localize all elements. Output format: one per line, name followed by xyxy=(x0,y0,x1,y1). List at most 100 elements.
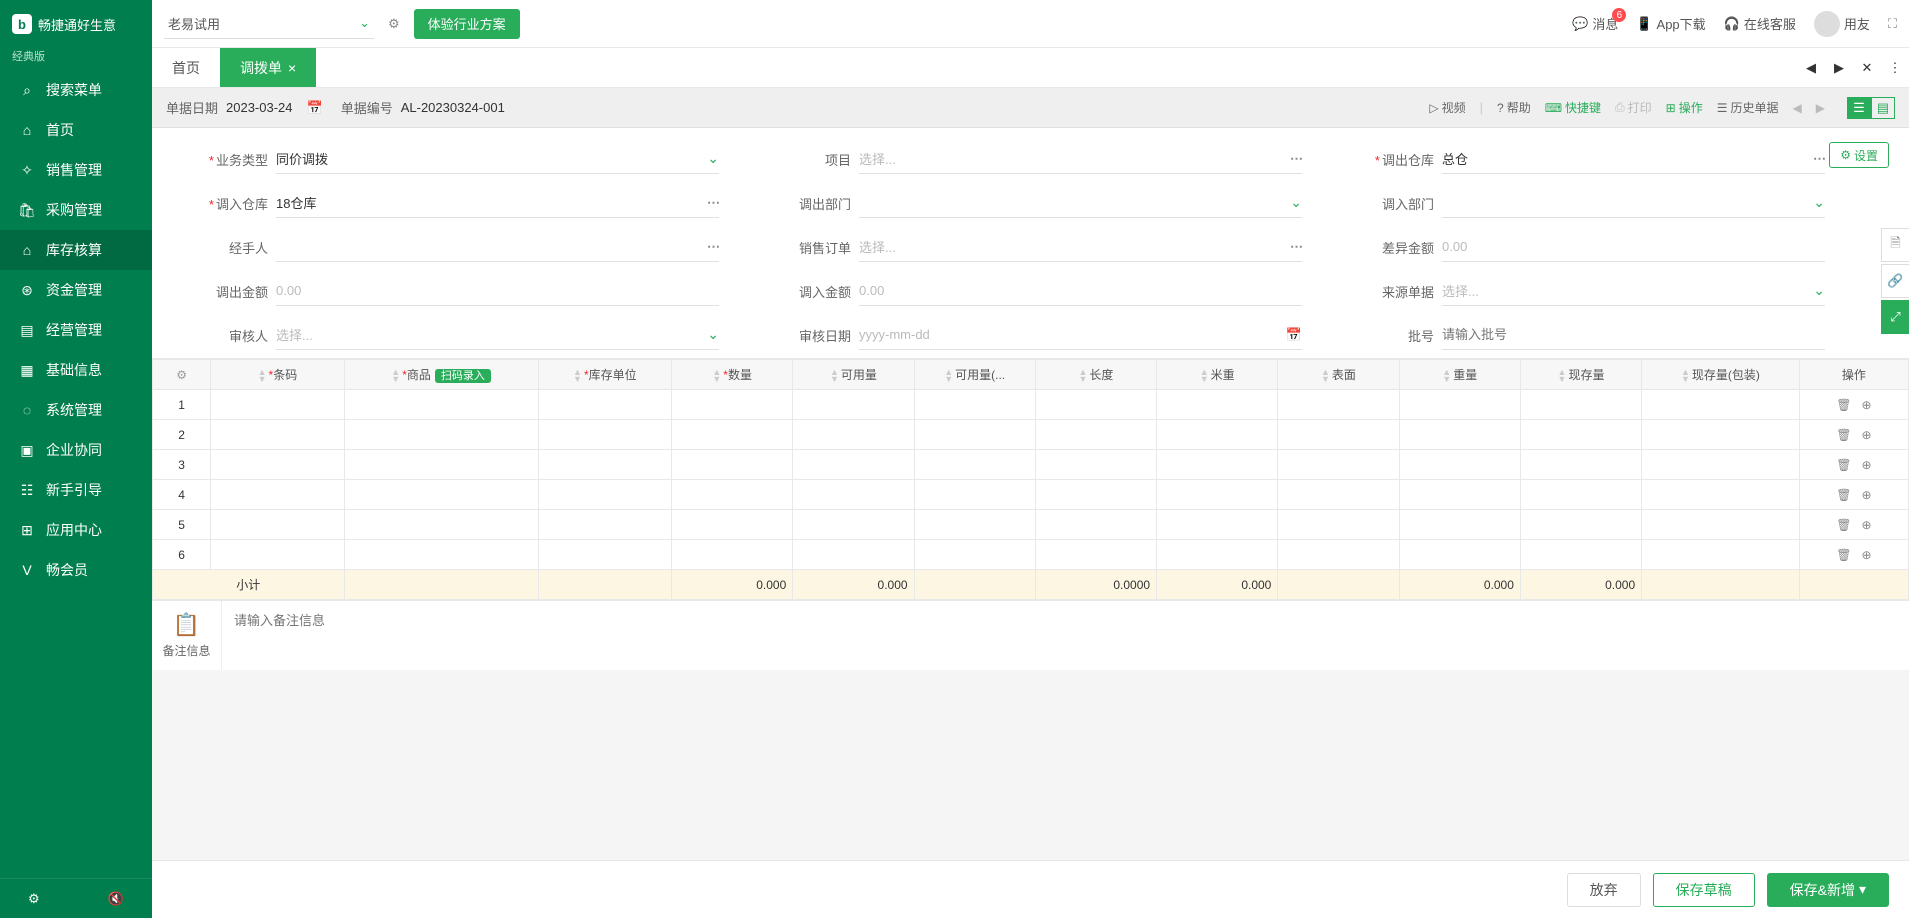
nav-manage[interactable]: ▤经营管理 xyxy=(0,310,152,350)
col-avail[interactable]: ▲▼可用量 xyxy=(793,360,914,390)
in-amt-input[interactable]: 0.00 xyxy=(859,276,1302,306)
date-value[interactable]: 2023-03-24 xyxy=(226,100,293,115)
table-row[interactable]: 6🗑⊕ xyxy=(153,540,1909,570)
save-new-button[interactable]: 保存&新增▾ xyxy=(1767,873,1889,907)
delete-icon[interactable]: 🗑 xyxy=(1836,458,1851,472)
table-row[interactable]: 2🗑⊕ xyxy=(153,420,1909,450)
next-doc[interactable]: ▶ xyxy=(1816,101,1825,115)
col-settings[interactable]: ⚙ xyxy=(153,360,211,390)
out-amt-input[interactable]: 0.00 xyxy=(276,276,719,306)
copy-icon[interactable]: ⊕ xyxy=(1861,398,1871,412)
float-tab-expand[interactable]: ⤢ xyxy=(1881,300,1909,334)
view-card[interactable]: ▤ xyxy=(1871,97,1895,119)
batch-field[interactable] xyxy=(1442,327,1825,342)
nav-guide[interactable]: ☷新手引导 xyxy=(0,470,152,510)
video-link[interactable]: ▷视频 xyxy=(1429,99,1465,116)
messages-link[interactable]: 💬 消息 6 xyxy=(1572,14,1618,33)
sound-icon[interactable]: 🔇 xyxy=(108,891,124,907)
nav-home[interactable]: ⌂首页 xyxy=(0,110,152,150)
biz-type-select[interactable]: 同价调拨⌄ xyxy=(276,144,719,174)
nav-money[interactable]: ⊛资金管理 xyxy=(0,270,152,310)
col-length[interactable]: ▲▼长度 xyxy=(1035,360,1156,390)
delete-icon[interactable]: 🗑 xyxy=(1836,398,1851,412)
delete-icon[interactable]: 🗑 xyxy=(1836,518,1851,532)
tab-close-all[interactable]: ✕ xyxy=(1853,54,1881,82)
print-link[interactable]: ⎙打印 xyxy=(1615,99,1652,116)
project-select[interactable]: 选择...⋯ xyxy=(859,144,1302,174)
batch-input[interactable] xyxy=(1442,320,1825,350)
col-weight[interactable]: ▲▼重量 xyxy=(1399,360,1520,390)
out-dept-select[interactable]: ⌄ xyxy=(859,188,1302,218)
table-row[interactable]: 4🗑⊕ xyxy=(153,480,1909,510)
copy-icon[interactable]: ⊕ xyxy=(1861,428,1871,442)
nav-sales[interactable]: ✧销售管理 xyxy=(0,150,152,190)
copy-icon[interactable]: ⊕ xyxy=(1861,548,1871,562)
nav-collab[interactable]: ▣企业协同 xyxy=(0,430,152,470)
nav-label: 首页 xyxy=(46,120,74,140)
settings-icon[interactable]: ⚙ xyxy=(28,891,40,907)
tab-transfer[interactable]: 调拨单 × xyxy=(220,48,316,87)
nav-system[interactable]: ◌系统管理 xyxy=(0,390,152,430)
copy-icon[interactable]: ⊕ xyxy=(1861,518,1871,532)
copy-icon[interactable]: ⊕ xyxy=(1861,488,1871,502)
out-wh-select[interactable]: 总仓⋯ xyxy=(1442,144,1825,174)
tab-more[interactable]: ⋮ xyxy=(1881,54,1909,82)
col-meter-wt[interactable]: ▲▼米重 xyxy=(1157,360,1278,390)
remarks-input[interactable] xyxy=(234,613,1897,628)
auditor-select[interactable]: 选择...⌄ xyxy=(276,320,719,350)
delete-icon[interactable]: 🗑 xyxy=(1836,428,1851,442)
expand-icon[interactable]: ⛶ xyxy=(1888,16,1897,32)
nav-purchase[interactable]: 🛍采购管理 xyxy=(0,190,152,230)
operate-link[interactable]: ⊞操作 xyxy=(1666,99,1703,116)
col-stock[interactable]: ▲▼现存量 xyxy=(1520,360,1641,390)
tab-prev[interactable]: ◀ xyxy=(1797,54,1825,82)
float-tab-doc[interactable]: 🗎 xyxy=(1881,228,1909,262)
delete-icon[interactable]: 🗑 xyxy=(1836,488,1851,502)
float-tab-attach[interactable]: 🔗 xyxy=(1881,264,1909,298)
tab-home[interactable]: 首页 xyxy=(152,48,220,87)
row-ops: 🗑⊕ xyxy=(1806,398,1902,412)
col-avail-pkg[interactable]: ▲▼可用量(... xyxy=(914,360,1035,390)
nav-search[interactable]: ⌕搜索菜单 xyxy=(0,70,152,110)
col-unit[interactable]: ▲▼*库存单位 xyxy=(538,360,671,390)
view-list[interactable]: ☰ xyxy=(1847,97,1871,119)
nav-inventory[interactable]: ⌂库存核算 xyxy=(0,230,152,270)
scan-button[interactable]: 扫码录入 xyxy=(435,369,491,383)
service-link[interactable]: 🎧 在线客服 xyxy=(1724,14,1796,33)
discard-button[interactable]: 放弃 xyxy=(1567,873,1641,907)
app-download-link[interactable]: 📱 App下载 xyxy=(1636,14,1705,33)
col-barcode[interactable]: ▲▼*条码 xyxy=(211,360,344,390)
calendar-icon[interactable]: 📅 xyxy=(307,100,323,116)
user-menu[interactable]: 用友 xyxy=(1814,11,1870,37)
source-select[interactable]: 选择...⌄ xyxy=(1442,276,1825,306)
table-row[interactable]: 1🗑⊕ xyxy=(153,390,1909,420)
nav-member[interactable]: V畅会员 xyxy=(0,550,152,590)
close-icon[interactable]: × xyxy=(288,60,296,76)
col-surface[interactable]: ▲▼表面 xyxy=(1278,360,1399,390)
history-link[interactable]: ☰历史单据 xyxy=(1717,99,1779,116)
col-stock-pkg[interactable]: ▲▼现存量(包装) xyxy=(1642,360,1800,390)
in-dept-select[interactable]: ⌄ xyxy=(1442,188,1825,218)
in-wh-select[interactable]: 18仓库⋯ xyxy=(276,188,719,218)
prev-doc[interactable]: ◀ xyxy=(1793,101,1802,115)
help-link[interactable]: ?帮助 xyxy=(1497,99,1531,116)
table-row[interactable]: 5🗑⊕ xyxy=(153,510,1909,540)
shortcut-link[interactable]: ⌨快捷键 xyxy=(1545,99,1601,116)
col-product[interactable]: ▲▼*商品扫码录入 xyxy=(344,360,538,390)
nav-info[interactable]: ▦基础信息 xyxy=(0,350,152,390)
table-row[interactable]: 3🗑⊕ xyxy=(153,450,1909,480)
nav-apps[interactable]: ⊞应用中心 xyxy=(0,510,152,550)
delete-icon[interactable]: 🗑 xyxy=(1836,548,1851,562)
tenant-select[interactable]: 老易试用 ⌄ xyxy=(164,9,374,39)
trial-button[interactable]: 体验行业方案 xyxy=(414,9,520,39)
audit-date-input[interactable]: yyyy-mm-dd📅 xyxy=(859,320,1302,350)
form-settings-button[interactable]: ⚙设置 xyxy=(1829,142,1889,168)
tab-next[interactable]: ▶ xyxy=(1825,54,1853,82)
handler-select[interactable]: ⋯ xyxy=(276,232,719,262)
save-draft-button[interactable]: 保存草稿 xyxy=(1653,873,1755,907)
tenant-settings-icon[interactable]: ⚙ xyxy=(388,16,400,32)
diff-amt-input[interactable]: 0.00 xyxy=(1442,232,1825,262)
sale-order-select[interactable]: 选择...⋯ xyxy=(859,232,1302,262)
copy-icon[interactable]: ⊕ xyxy=(1861,458,1871,472)
col-qty[interactable]: ▲▼*数量 xyxy=(672,360,793,390)
